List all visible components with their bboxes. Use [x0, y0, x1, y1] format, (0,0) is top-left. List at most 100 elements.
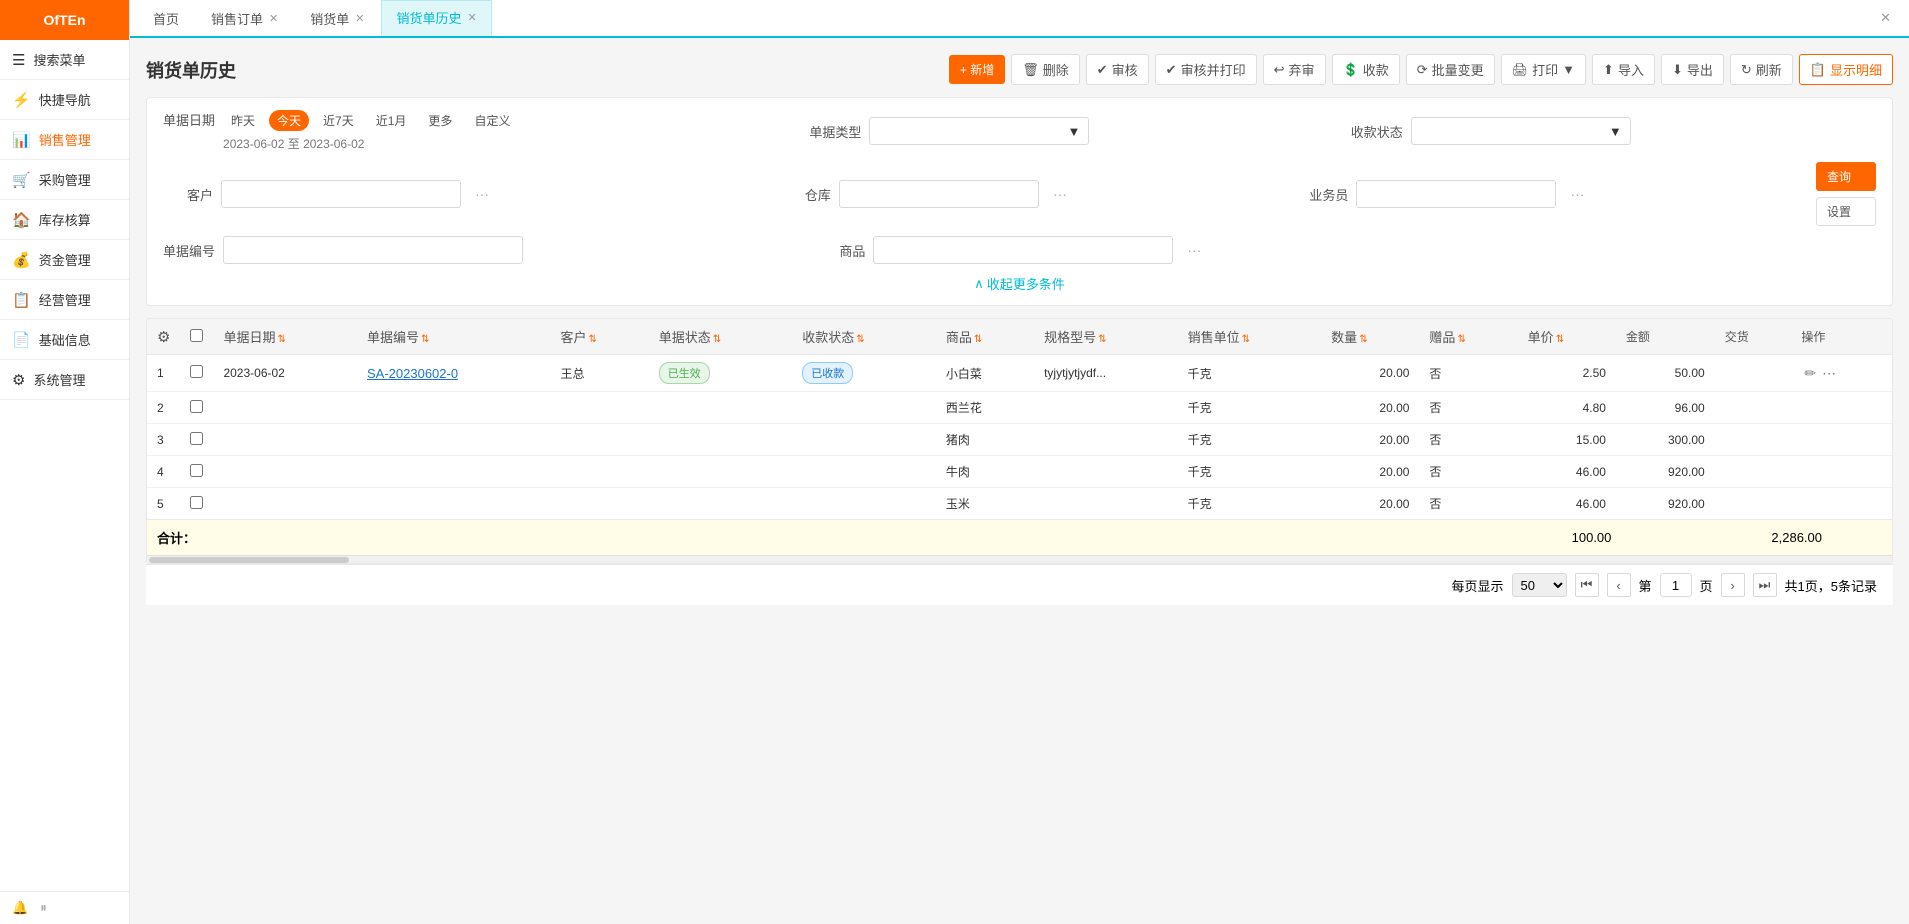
staff-picker[interactable]: ··· — [1564, 186, 1590, 202]
abandon-button[interactable]: ↩ 弃审 — [1263, 54, 1326, 85]
gear-icon[interactable]: ⚙ — [157, 329, 170, 346]
pay-status-select[interactable]: ▼ — [1411, 117, 1631, 145]
col-gear[interactable]: ⚙ — [147, 319, 180, 355]
batch-change-button[interactable]: ⟳ 批量变更 — [1406, 54, 1495, 85]
tab-sales-order[interactable]: 销售订单 ✕ — [196, 0, 293, 36]
col-spec[interactable]: 规格型号⇅ — [1034, 319, 1178, 355]
date-pill-today[interactable]: 今天 — [269, 110, 309, 131]
cell-check[interactable] — [180, 424, 213, 456]
next-page-button[interactable]: › — [1721, 573, 1745, 597]
horizontal-scrollbar[interactable] — [147, 555, 1892, 563]
cell-seq: 2 — [147, 392, 180, 424]
col-price[interactable]: 单价⇅ — [1518, 319, 1616, 355]
goods-picker[interactable]: ··· — [1181, 242, 1207, 258]
audit-button[interactable]: ✔ 审核 — [1086, 54, 1149, 85]
customer-picker[interactable]: ··· — [469, 186, 495, 202]
col-customer[interactable]: 客户⇅ — [550, 319, 648, 355]
row-checkbox[interactable] — [190, 496, 203, 509]
sidebar-item-ops-mgmt[interactable]: 📋 经营管理 — [0, 280, 129, 320]
row-checkbox[interactable] — [190, 464, 203, 477]
show-detail-button[interactable]: 📋 显示明细 — [1799, 54, 1893, 85]
tab-sales-goods[interactable]: 销货单 ✕ — [295, 0, 379, 36]
col-doc-status[interactable]: 单据状态⇅ — [649, 319, 793, 355]
sidebar-item-quick-nav[interactable]: ⚡ 快捷导航 — [0, 80, 129, 120]
staff-input[interactable] — [1356, 180, 1556, 208]
date-pill-yesterday[interactable]: 昨天 — [223, 110, 263, 131]
select-all-checkbox[interactable] — [190, 329, 203, 342]
cell-check[interactable] — [180, 456, 213, 488]
doc-no-input[interactable] — [223, 236, 523, 264]
sort-unit-icon: ⇅ — [1242, 334, 1250, 345]
row-checkbox[interactable] — [190, 400, 203, 413]
col-gift[interactable]: 赠品⇅ — [1419, 319, 1517, 355]
cell-spec: tyjytjytjydf... — [1034, 355, 1178, 392]
date-pill-7days[interactable]: 近7天 — [315, 110, 362, 131]
tab-sales-history[interactable]: 销货单历史 ✕ — [381, 0, 491, 36]
table-row: 2 西兰花 千克 20.00 否 4.80 96.00 — [147, 392, 1892, 424]
date-pill-1month[interactable]: 近1月 — [368, 110, 415, 131]
tab-sales-order-close[interactable]: ✕ — [269, 12, 278, 25]
sidebar-item-purchase-mgmt[interactable]: 🛒 采购管理 — [0, 160, 129, 200]
page-input[interactable] — [1660, 573, 1692, 597]
audit-print-button[interactable]: ✔ 审核并打印 — [1155, 54, 1257, 85]
query-button[interactable]: 查询 — [1816, 162, 1876, 191]
sidebar-item-sales-mgmt[interactable]: 📊 销售管理 — [0, 120, 129, 160]
warehouse-input[interactable] — [839, 180, 1039, 208]
sidebar-item-fund-mgmt[interactable]: 💰 资金管理 — [0, 240, 129, 280]
tab-bar-close-all[interactable]: ✕ — [1870, 10, 1901, 26]
sidebar-item-basic-info[interactable]: 📄 基础信息 — [0, 320, 129, 360]
tab-sales-goods-close[interactable]: ✕ — [355, 12, 364, 25]
customer-input[interactable] — [221, 180, 461, 208]
goods-input[interactable] — [873, 236, 1173, 264]
per-page-select[interactable]: 50 100 200 — [1512, 573, 1567, 597]
first-page-button[interactable]: ⏮ — [1575, 573, 1599, 597]
sort-docstatus-icon: ⇅ — [713, 334, 721, 345]
col-qty[interactable]: 数量⇅ — [1321, 319, 1419, 355]
sidebar-bottom-icon2[interactable]: ⏸ — [40, 900, 47, 916]
col-unit[interactable]: 销售单位⇅ — [1178, 319, 1322, 355]
cell-doc-no — [357, 488, 550, 520]
sidebar-bottom-icon1[interactable]: 🔔 — [12, 900, 28, 916]
last-page-button[interactable]: ⏭ — [1753, 573, 1777, 597]
col-goods[interactable]: 商品⇅ — [936, 319, 1034, 355]
cell-doc-status — [649, 456, 793, 488]
tab-home[interactable]: 首页 — [138, 0, 194, 36]
date-pill-more[interactable]: 更多 — [420, 110, 460, 131]
collapse-button[interactable]: ∧ 收起更多条件 — [974, 274, 1065, 293]
doc-no-link[interactable]: SA-20230602-0 — [367, 366, 458, 381]
action-more-btn[interactable]: ⋯ — [1819, 365, 1839, 381]
col-date[interactable]: 单据日期⇅ — [213, 319, 357, 355]
cell-check[interactable] — [180, 355, 213, 392]
warehouse-picker[interactable]: ··· — [1047, 186, 1073, 202]
delete-button[interactable]: 🗑 删除 — [1011, 54, 1080, 85]
print-button[interactable]: 🖨 打印 ▼ — [1501, 54, 1586, 85]
cell-spec — [1034, 392, 1178, 424]
sidebar-item-inventory-calc[interactable]: 🏠 库存核算 — [0, 200, 129, 240]
collect-button[interactable]: 💲 收款 — [1332, 54, 1400, 85]
scrollbar-thumb[interactable] — [149, 557, 349, 563]
cell-doc-status — [649, 488, 793, 520]
sidebar-item-sys-mgmt[interactable]: ⚙ 系统管理 — [0, 360, 129, 400]
export-button[interactable]: ⬇ 导出 — [1661, 54, 1724, 85]
row-checkbox[interactable] — [190, 432, 203, 445]
col-pay-status[interactable]: 收款状态⇅ — [792, 319, 936, 355]
col-doc-no[interactable]: 单据编号⇅ — [357, 319, 550, 355]
col-check[interactable] — [180, 319, 213, 355]
tab-sales-history-close[interactable]: ✕ — [468, 11, 477, 24]
settings-button[interactable]: 设置 — [1816, 197, 1876, 226]
cell-doc-status — [649, 424, 793, 456]
date-pill-custom[interactable]: 自定义 — [466, 110, 518, 131]
cell-check[interactable] — [180, 488, 213, 520]
staff-label: 业务员 — [1298, 185, 1348, 204]
refresh-button[interactable]: ↻ 刷新 — [1730, 54, 1793, 85]
cell-seq: 5 — [147, 488, 180, 520]
doc-type-select[interactable]: ▼ — [869, 117, 1089, 145]
action-edit-btn[interactable]: ✏ — [1801, 365, 1819, 381]
row-checkbox[interactable] — [190, 365, 203, 378]
prev-page-button[interactable]: ‹ — [1607, 573, 1631, 597]
cell-check[interactable] — [180, 392, 213, 424]
sidebar-item-search-menu[interactable]: ☰ 搜索菜单 — [0, 40, 129, 80]
new-button[interactable]: + 新增 — [949, 55, 1005, 84]
print-dropdown-icon: ▼ — [1562, 62, 1575, 77]
import-button[interactable]: ⬆ 导入 — [1592, 54, 1655, 85]
